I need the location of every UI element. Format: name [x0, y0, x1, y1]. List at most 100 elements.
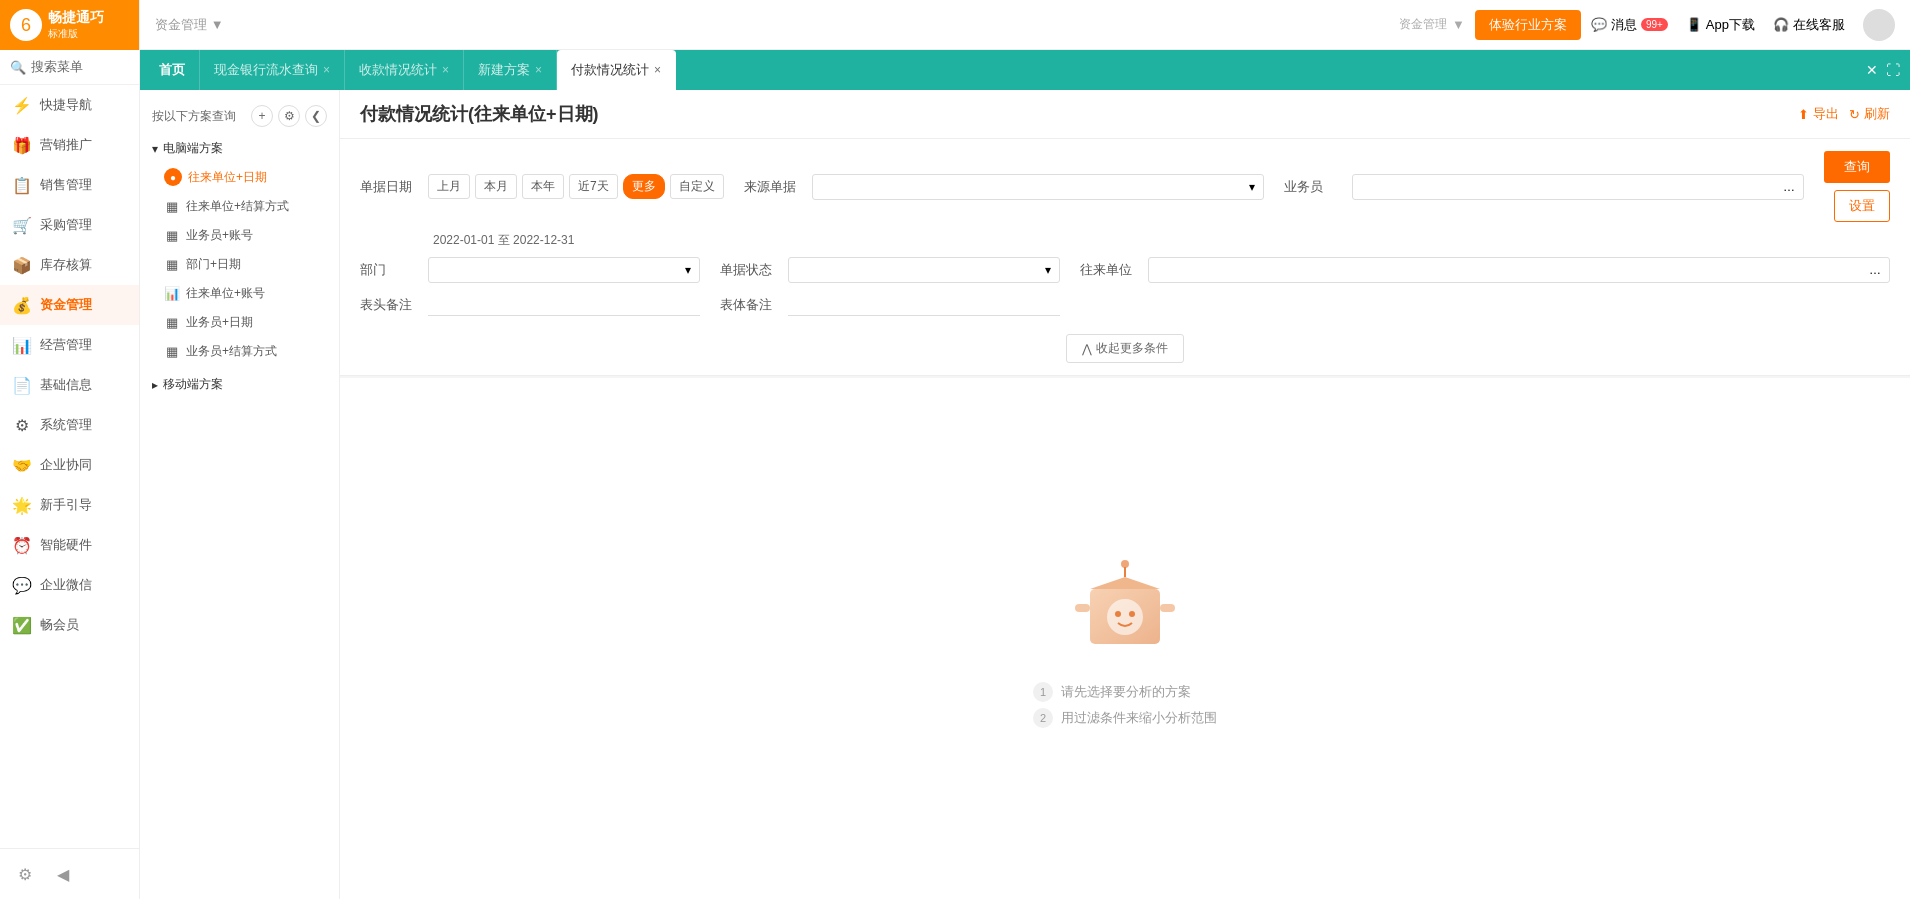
- filter-area: 单据日期 上月 本月 本年 近7天 更多 自定义 来源单据: [340, 139, 1910, 376]
- doc-status-select[interactable]: ▾: [788, 257, 1060, 283]
- sidebar-item-finance[interactable]: 💰 资金管理: [0, 285, 139, 325]
- tab-receivable[interactable]: 收款情况统计 ×: [345, 50, 464, 90]
- mobile-plan-group-title[interactable]: ▸ 移动端方案: [140, 371, 339, 398]
- partner-select[interactable]: …: [1148, 257, 1890, 283]
- tabbar-right: ✕ ⛶: [1866, 62, 1905, 78]
- empty-illustration: [1065, 549, 1185, 672]
- sidebar-item-marketing[interactable]: 🎁 营销推广: [0, 125, 139, 165]
- plan-item-unit-date[interactable]: ● 往来单位+日期: [140, 162, 339, 192]
- sidebar-item-system[interactable]: ⚙ 系统管理: [0, 405, 139, 445]
- staff-select[interactable]: …: [1352, 174, 1804, 200]
- tabbar-close-all-icon[interactable]: ✕: [1866, 62, 1878, 78]
- sidebar-item-basic-info[interactable]: 📄 基础信息: [0, 365, 139, 405]
- sidebar-collapse-btn[interactable]: ◀: [48, 859, 78, 889]
- plan-item-staff-date[interactable]: ▦ 业务员+日期: [140, 308, 339, 337]
- chevron-down-icon: ▾: [152, 142, 158, 156]
- tabbar-fullscreen-icon[interactable]: ⛶: [1886, 62, 1900, 78]
- page-header: 付款情况统计(往来单位+日期) ⬆ 导出 ↻ 刷新: [340, 90, 1910, 139]
- sidebar-item-guide[interactable]: 🌟 新手引导: [0, 485, 139, 525]
- user-avatar[interactable]: [1863, 9, 1895, 41]
- sidebar-footer: ⚙ ◀: [0, 848, 139, 899]
- search-menu[interactable]: 🔍 搜索菜单: [0, 50, 139, 85]
- hardware-icon: ⏰: [12, 535, 32, 555]
- sidebar-item-purchase[interactable]: 🛒 采购管理: [0, 205, 139, 245]
- sidebar-item-inventory[interactable]: 📦 库存核算: [0, 245, 139, 285]
- date-btn-this-year[interactable]: 本年: [522, 174, 564, 199]
- sidebar-item-hardware[interactable]: ⏰ 智能硬件: [0, 525, 139, 565]
- chevron-right-icon: ▸: [152, 378, 158, 392]
- message-badge: 99+: [1641, 18, 1668, 31]
- doc-status-chevron: ▾: [1045, 263, 1051, 277]
- table-icon-2: ▦: [164, 228, 180, 244]
- sidebar-item-operation[interactable]: 📊 经营管理: [0, 325, 139, 365]
- plan-settings-btn[interactable]: ⚙: [278, 105, 300, 127]
- left-panel-actions: + ⚙ ❮: [251, 105, 327, 127]
- sidebar-item-member[interactable]: ✅ 畅会员: [0, 605, 139, 645]
- topbar: 资金管理 ▼ 资金管理 ▼ 体验行业方案 💬 消息 99+ 📱 App下载 🎧 …: [140, 0, 1910, 50]
- partner-label: 往来单位: [1080, 261, 1140, 279]
- tab-receivable-close[interactable]: ×: [442, 63, 449, 77]
- message-icon: 💬: [1591, 17, 1607, 32]
- tab-cashflow[interactable]: 现金银行流水查询 ×: [200, 50, 345, 90]
- tip-num-1: 1: [1033, 682, 1053, 702]
- main-content: 资金管理 ▼ 资金管理 ▼ 体验行业方案 💬 消息 99+ 📱 App下载 🎧 …: [140, 0, 1910, 899]
- app-download-btn[interactable]: 📱 App下载: [1686, 16, 1755, 34]
- add-plan-btn[interactable]: +: [251, 105, 273, 127]
- date-label: 单据日期: [360, 178, 420, 196]
- plan-item-unit-account[interactable]: 📊 往来单位+账号: [140, 279, 339, 308]
- sidebar-item-sales[interactable]: 📋 销售管理: [0, 165, 139, 205]
- tab-cashflow-close[interactable]: ×: [323, 63, 330, 77]
- sidebar-item-weixin[interactable]: 💬 企业微信: [0, 565, 139, 605]
- staff-label: 业务员: [1284, 178, 1344, 196]
- logo: 6 畅捷通巧 标准版: [0, 0, 139, 50]
- left-panel-collapse-btn[interactable]: ❮: [305, 105, 327, 127]
- export-icon: ⬆: [1798, 107, 1809, 122]
- body-note-input[interactable]: [788, 293, 1060, 316]
- export-btn[interactable]: ⬆ 导出: [1798, 105, 1839, 123]
- operation-icon: 📊: [12, 335, 32, 355]
- date-btn-last-7days[interactable]: 近7天: [569, 174, 618, 199]
- inventory-icon: 📦: [12, 255, 32, 275]
- dept-select[interactable]: ▾: [428, 257, 700, 283]
- topbar-title: 资金管理 ▼: [155, 16, 1389, 34]
- message-btn[interactable]: 💬 消息 99+: [1591, 16, 1668, 34]
- sidebar-settings-btn[interactable]: ⚙: [10, 859, 40, 889]
- svg-rect-7: [1160, 604, 1175, 612]
- plan-item-dept-date[interactable]: ▦ 部门+日期: [140, 250, 339, 279]
- date-btn-more[interactable]: 更多: [623, 174, 665, 199]
- experience-btn[interactable]: 体验行业方案: [1475, 10, 1581, 40]
- guide-icon: 🌟: [12, 495, 32, 515]
- sidebar-item-cooperation[interactable]: 🤝 企业协同: [0, 445, 139, 485]
- query-btn[interactable]: 查询: [1824, 151, 1890, 183]
- pc-plan-group-title[interactable]: ▾ 电脑端方案: [140, 135, 339, 162]
- date-btn-this-month[interactable]: 本月: [475, 174, 517, 199]
- source-doc-select[interactable]: ▾: [812, 174, 1264, 200]
- tab-new-plan[interactable]: 新建方案 ×: [464, 50, 557, 90]
- table-icon-3: ▦: [164, 257, 180, 273]
- plan-item-staff-settlement[interactable]: ▦ 业务员+结算方式: [140, 337, 339, 366]
- service-icon: 🎧: [1773, 17, 1789, 32]
- tab-payment-stat-close[interactable]: ×: [654, 63, 661, 77]
- tab-payment-stat[interactable]: 付款情况统计 ×: [557, 50, 676, 90]
- date-btn-custom[interactable]: 自定义: [670, 174, 724, 199]
- tab-new-plan-close[interactable]: ×: [535, 63, 542, 77]
- collapse-chevron-icon: ⋀: [1082, 342, 1092, 356]
- refresh-btn[interactable]: ↻ 刷新: [1849, 105, 1890, 123]
- plan-item-unit-settlement[interactable]: ▦ 往来单位+结算方式: [140, 192, 339, 221]
- plan-item-staff-account[interactable]: ▦ 业务员+账号: [140, 221, 339, 250]
- sidebar-item-quick-nav[interactable]: ⚡ 快捷导航: [0, 85, 139, 125]
- collapse-conditions-btn[interactable]: ⋀ 收起更多条件: [1066, 334, 1184, 363]
- active-plan-indicator: ●: [164, 168, 182, 186]
- content-area: 按以下方案查询 + ⚙ ❮ ▾ 电脑端方案 ● 往来单位+日期 ▦: [140, 90, 1910, 899]
- tabbar: 首页 现金银行流水查询 × 收款情况统计 × 新建方案 × 付款情况统计 × ✕…: [140, 50, 1910, 90]
- search-icon: 🔍: [10, 60, 26, 75]
- quick-nav-icon: ⚡: [12, 95, 32, 115]
- marketing-icon: 🎁: [12, 135, 32, 155]
- doc-status-label: 单据状态: [720, 261, 780, 279]
- date-btn-last-month[interactable]: 上月: [428, 174, 470, 199]
- filter-settings-btn[interactable]: 设置: [1834, 190, 1890, 222]
- tab-home[interactable]: 首页: [145, 50, 200, 90]
- online-service-btn[interactable]: 🎧 在线客服: [1773, 16, 1845, 34]
- header-note-input[interactable]: [428, 293, 700, 316]
- filter-row-1: 单据日期 上月 本月 本年 近7天 更多 自定义 来源单据: [360, 151, 1890, 222]
